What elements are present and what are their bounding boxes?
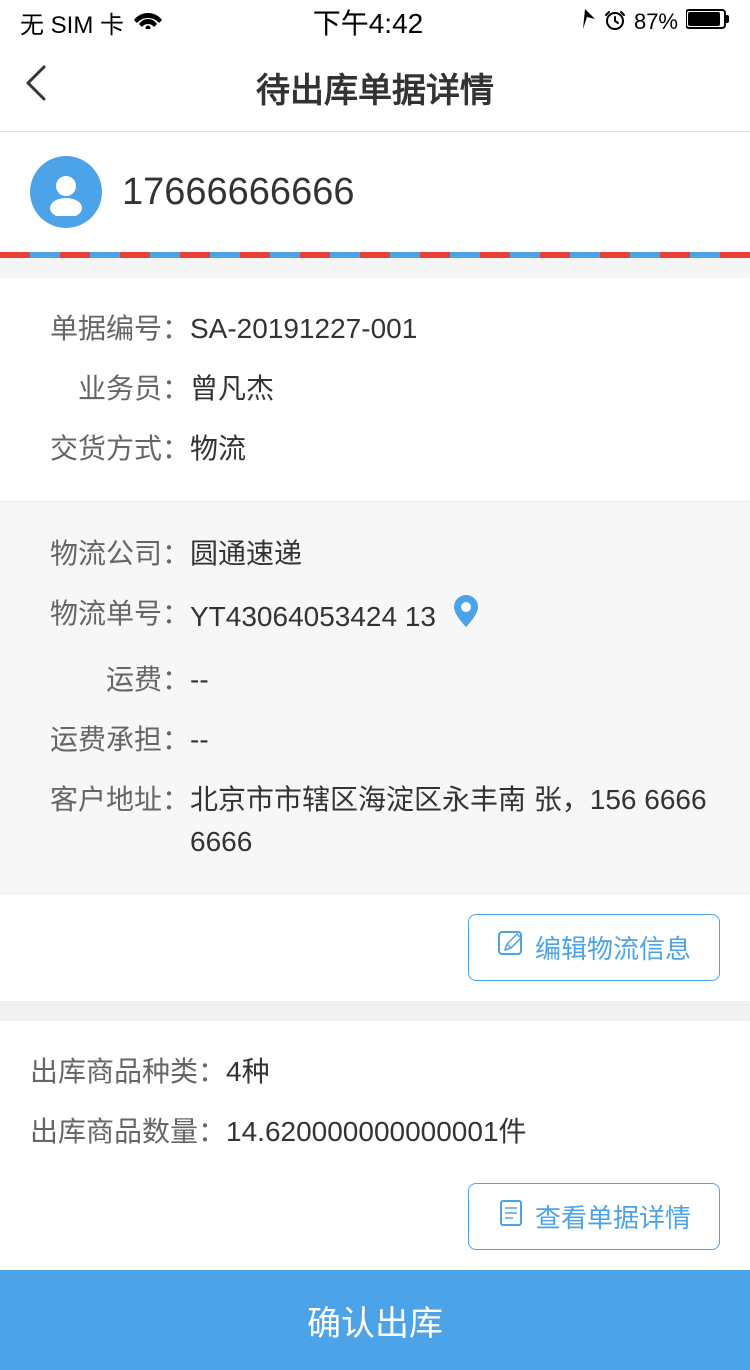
edit-logistics-label: 编辑物流信息 bbox=[535, 929, 691, 966]
tracking-row: 物流单号： YT43064053424 13 bbox=[30, 593, 720, 641]
goods-quantity-row: 出库商品数量： 14.620000000000001件 bbox=[30, 1111, 720, 1153]
confirm-button[interactable]: 确认出库 bbox=[307, 1296, 443, 1345]
freight-bear-row: 运费承担： -- bbox=[30, 719, 720, 761]
delivery-label: 交货方式： bbox=[30, 428, 190, 470]
delivery-row: 交货方式： 物流 bbox=[30, 428, 720, 470]
tracking-value: YT43064053424 13 bbox=[190, 593, 720, 641]
order-info-section: 单据编号： SA-20191227-001 业务员： 曾凡杰 交货方式： 物流 bbox=[0, 278, 750, 500]
avatar bbox=[30, 156, 102, 228]
freight-bear-label: 运费承担： bbox=[30, 719, 190, 761]
goods-quantity-value: 14.620000000000001件 bbox=[226, 1111, 720, 1153]
order-no-label: 单据编号： bbox=[30, 308, 190, 350]
wifi-icon bbox=[134, 8, 162, 36]
back-button[interactable] bbox=[24, 63, 48, 112]
tracking-label: 物流单号： bbox=[30, 593, 190, 635]
document-icon bbox=[497, 1199, 525, 1234]
status-left: 无 SIM 卡 bbox=[20, 5, 162, 40]
status-right: 87% bbox=[574, 8, 730, 36]
logistics-section: 物流公司： 圆通速递 物流单号： YT43064053424 13 运费： --… bbox=[0, 502, 750, 894]
carrier-label: 无 SIM 卡 bbox=[20, 5, 124, 40]
goods-quantity-label: 出库商品数量： bbox=[30, 1111, 226, 1153]
edit-icon bbox=[497, 930, 525, 965]
order-no-row: 单据编号： SA-20191227-001 bbox=[30, 308, 720, 350]
customer-section: 17666666666 bbox=[0, 132, 750, 252]
freight-value: -- bbox=[190, 659, 720, 701]
location-pin-icon[interactable] bbox=[448, 593, 484, 641]
freight-bear-value: -- bbox=[190, 719, 720, 761]
goods-types-label: 出库商品种类： bbox=[30, 1051, 226, 1093]
order-no-value: SA-20191227-001 bbox=[190, 308, 720, 350]
company-row: 物流公司： 圆通速递 bbox=[30, 533, 720, 575]
view-details-label: 查看单据详情 bbox=[535, 1198, 691, 1235]
company-label: 物流公司： bbox=[30, 533, 190, 575]
deco-line bbox=[0, 252, 750, 258]
address-row: 客户地址： 北京市市辖区海淀区永丰南 张，156 6666 6666 bbox=[30, 779, 720, 863]
address-value: 北京市市辖区海淀区永丰南 张，156 6666 6666 bbox=[190, 779, 720, 863]
view-details-button[interactable]: 查看单据详情 bbox=[468, 1183, 720, 1250]
section-divider bbox=[0, 1001, 750, 1021]
status-bar: 无 SIM 卡 下午4:42 87% bbox=[0, 0, 750, 44]
freight-label: 运费： bbox=[30, 659, 190, 701]
battery-icon bbox=[686, 8, 730, 36]
edit-logistics-row: 编辑物流信息 bbox=[0, 894, 750, 1001]
location-arrow-icon bbox=[574, 8, 596, 36]
confirm-button-wrapper: 确认出库 bbox=[0, 1270, 750, 1370]
view-details-row: 查看单据详情 bbox=[0, 1163, 750, 1270]
page-title: 待出库单据详情 bbox=[256, 63, 494, 112]
company-value: 圆通速递 bbox=[190, 533, 720, 575]
nav-bar: 待出库单据详情 bbox=[0, 44, 750, 132]
battery-label: 87% bbox=[634, 9, 678, 35]
edit-logistics-button[interactable]: 编辑物流信息 bbox=[468, 914, 720, 981]
salesman-value: 曾凡杰 bbox=[190, 368, 720, 410]
goods-types-value: 4种 bbox=[226, 1051, 720, 1093]
salesman-label: 业务员： bbox=[30, 368, 190, 410]
salesman-row: 业务员： 曾凡杰 bbox=[30, 368, 720, 410]
alarm-icon bbox=[604, 8, 626, 36]
delivery-value: 物流 bbox=[190, 428, 720, 470]
goods-types-row: 出库商品种类： 4种 bbox=[30, 1051, 720, 1093]
customer-phone: 17666666666 bbox=[122, 171, 354, 214]
time-label: 下午4:42 bbox=[313, 2, 424, 42]
address-label: 客户地址： bbox=[30, 779, 190, 821]
goods-section: 出库商品种类： 4种 出库商品数量： 14.620000000000001件 bbox=[0, 1021, 750, 1163]
freight-row: 运费： -- bbox=[30, 659, 720, 701]
